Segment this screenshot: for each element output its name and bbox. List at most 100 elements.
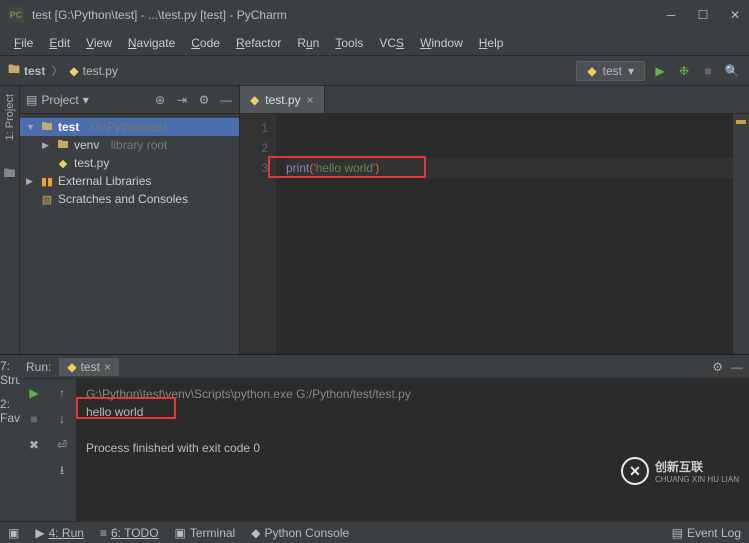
status-eventlog[interactable]: ▤ Event Log bbox=[672, 526, 741, 540]
python-icon: ◆ bbox=[67, 360, 76, 374]
down-icon[interactable]: ↓ bbox=[54, 411, 70, 427]
tree-root[interactable]: ▼🖿test G:\Python\test bbox=[20, 118, 239, 136]
menu-vcs[interactable]: VCS bbox=[373, 34, 410, 52]
chevron-down-icon: ▾ bbox=[628, 64, 634, 78]
rerun-icon[interactable]: ▶ bbox=[26, 385, 42, 401]
python-icon: ◆ bbox=[69, 64, 78, 78]
menu-edit[interactable]: Edit bbox=[43, 34, 76, 52]
breadcrumb-file[interactable]: ◆test.py bbox=[69, 64, 118, 78]
run-toolbar-right: ↑ ↓ ⏎ ⭳ bbox=[48, 379, 76, 521]
run-button[interactable]: ▶ bbox=[651, 62, 669, 80]
code-text[interactable]: print('hello world') bbox=[276, 114, 733, 354]
tree-venv[interactable]: ▶🖿venv library root bbox=[20, 136, 239, 154]
menubar: File Edit View Navigate Code Refactor Ru… bbox=[0, 30, 749, 56]
tree-extlib[interactable]: ▶▮▮External Libraries bbox=[20, 172, 239, 190]
stop-icon[interactable]: ■ bbox=[26, 411, 42, 427]
run-panel: 7: Structure 2: Favorites Run: ◆test× ⚙ … bbox=[0, 354, 749, 521]
export-icon[interactable]: ⭳ bbox=[54, 463, 70, 479]
gear-icon[interactable]: ⚙ bbox=[197, 93, 211, 107]
menu-refactor[interactable]: Refactor bbox=[230, 34, 287, 52]
close-tab-icon[interactable]: × bbox=[307, 93, 314, 107]
menu-view[interactable]: View bbox=[80, 34, 118, 52]
cross-icon[interactable]: ✖ bbox=[26, 437, 42, 453]
close-button[interactable]: ✕ bbox=[729, 9, 741, 21]
statusbar: ▣ ▶ 4: Run ≡ 6: TODO ▣ Terminal ◆ Python… bbox=[0, 521, 749, 543]
project-panel: ▤ Project ▾ ⊕ ⇥ ⚙ — ▼🖿test G:\Python\test … bbox=[20, 86, 240, 354]
menu-tools[interactable]: Tools bbox=[329, 34, 369, 52]
left-toolrail: 1: Project 🖿 bbox=[0, 86, 20, 354]
run-config-dropdown[interactable]: ◆test▾ bbox=[576, 61, 645, 81]
scratches-icon: ▧ bbox=[40, 192, 54, 206]
watermark: ✕ 创新互联 CHUANG XIN HU LIAN bbox=[621, 457, 739, 485]
hide-icon[interactable]: — bbox=[731, 360, 743, 374]
run-label: Run: bbox=[26, 360, 51, 374]
editor-tab[interactable]: ◆test.py× bbox=[240, 86, 325, 113]
menu-code[interactable]: Code bbox=[185, 34, 226, 52]
menu-navigate[interactable]: Navigate bbox=[122, 34, 181, 52]
app-icon: PC bbox=[8, 7, 24, 23]
toolwindow-project[interactable]: 1: Project bbox=[4, 90, 16, 144]
navbar: 🖿test 〉 ◆test.py ◆test▾ ▶ ❉ ■ 🔍 bbox=[0, 56, 749, 86]
python-icon: ◆ bbox=[250, 93, 259, 107]
module-icon: 🖿 bbox=[40, 120, 54, 134]
status-todo[interactable]: ≡ 6: TODO bbox=[100, 526, 159, 540]
project-header: ▤ Project ▾ ⊕ ⇥ ⚙ — bbox=[20, 86, 239, 114]
tree-file[interactable]: ◆test.py bbox=[20, 154, 239, 172]
run-exit: Process finished with exit code 0 bbox=[86, 439, 739, 457]
code-area[interactable]: 123 print('hello world') bbox=[240, 114, 749, 354]
project-view-icon: ▤ bbox=[26, 93, 37, 107]
search-button[interactable]: 🔍 bbox=[723, 62, 741, 80]
python-icon: ◆ bbox=[587, 64, 596, 78]
close-icon[interactable]: × bbox=[104, 360, 111, 374]
toolwindow-toggle[interactable]: ▣ bbox=[8, 526, 19, 540]
watermark-text: 创新互联 bbox=[655, 458, 739, 475]
chevron-right-icon: 〉 bbox=[51, 62, 63, 79]
stop-button[interactable]: ■ bbox=[699, 62, 717, 80]
target-icon[interactable]: ⊕ bbox=[153, 93, 167, 107]
collapse-icon[interactable]: ⇥ bbox=[175, 93, 189, 107]
toolwindow-structure[interactable]: 7: Structure bbox=[0, 359, 20, 387]
minimize-button[interactable]: ─ bbox=[665, 9, 677, 21]
python-icon: ◆ bbox=[56, 156, 70, 170]
folder-icon: 🖿 bbox=[8, 60, 20, 81]
chevron-down-icon[interactable]: ▾ bbox=[83, 93, 89, 107]
window-title: test [G:\Python\test] - ...\test.py [tes… bbox=[32, 8, 665, 22]
folder-icon[interactable]: 🖿 bbox=[3, 164, 15, 185]
main-area: 1: Project 🖿 ▤ Project ▾ ⊕ ⇥ ⚙ — ▼🖿test G:… bbox=[0, 86, 749, 354]
watermark-subtext: CHUANG XIN HU LIAN bbox=[655, 475, 739, 484]
breadcrumb-root[interactable]: 🖿test bbox=[8, 60, 45, 81]
maximize-button[interactable]: ☐ bbox=[697, 9, 709, 21]
watermark-icon: ✕ bbox=[621, 457, 649, 485]
menu-file[interactable]: File bbox=[8, 34, 39, 52]
gutter: 123 bbox=[240, 114, 276, 354]
run-tab[interactable]: ◆test× bbox=[59, 358, 119, 376]
run-stdout: hello world bbox=[86, 403, 739, 421]
toolwindow-favorites[interactable]: 2: Favorites bbox=[0, 397, 20, 425]
tree-scratch[interactable]: ▧Scratches and Consoles bbox=[20, 190, 239, 208]
menu-help[interactable]: Help bbox=[473, 34, 510, 52]
editor: ◆test.py× 123 print('hello world') bbox=[240, 86, 749, 354]
project-header-label: Project bbox=[41, 93, 78, 107]
debug-button[interactable]: ❉ bbox=[675, 62, 693, 80]
run-output[interactable]: G:\Python\test\venv\Scripts\python.exe G… bbox=[76, 379, 749, 521]
left-toolrail-lower: 7: Structure 2: Favorites bbox=[0, 355, 20, 521]
run-header: Run: ◆test× ⚙ — bbox=[20, 355, 749, 379]
libraries-icon: ▮▮ bbox=[40, 174, 54, 188]
wrap-icon[interactable]: ⏎ bbox=[54, 437, 70, 453]
project-tree: ▼🖿test G:\Python\test ▶🖿venv library roo… bbox=[20, 114, 239, 354]
editor-tabs: ◆test.py× bbox=[240, 86, 749, 114]
status-pyconsole[interactable]: ◆ Python Console bbox=[251, 526, 349, 540]
status-terminal[interactable]: ▣ Terminal bbox=[175, 526, 236, 540]
titlebar: PC test [G:\Python\test] - ...\test.py [… bbox=[0, 0, 749, 30]
run-command: G:\Python\test\venv\Scripts\python.exe G… bbox=[86, 385, 739, 403]
menu-run[interactable]: Run bbox=[291, 34, 325, 52]
menu-window[interactable]: Window bbox=[414, 34, 469, 52]
run-toolbar-left: ▶ ■ ✖ bbox=[20, 379, 48, 521]
gear-icon[interactable]: ⚙ bbox=[712, 360, 723, 374]
up-icon[interactable]: ↑ bbox=[54, 385, 70, 401]
hide-icon[interactable]: — bbox=[219, 93, 233, 107]
editor-right-gutter bbox=[733, 114, 749, 354]
warning-marker[interactable] bbox=[736, 120, 746, 124]
status-run[interactable]: ▶ 4: Run bbox=[35, 526, 84, 540]
folder-icon: 🖿 bbox=[56, 138, 70, 152]
